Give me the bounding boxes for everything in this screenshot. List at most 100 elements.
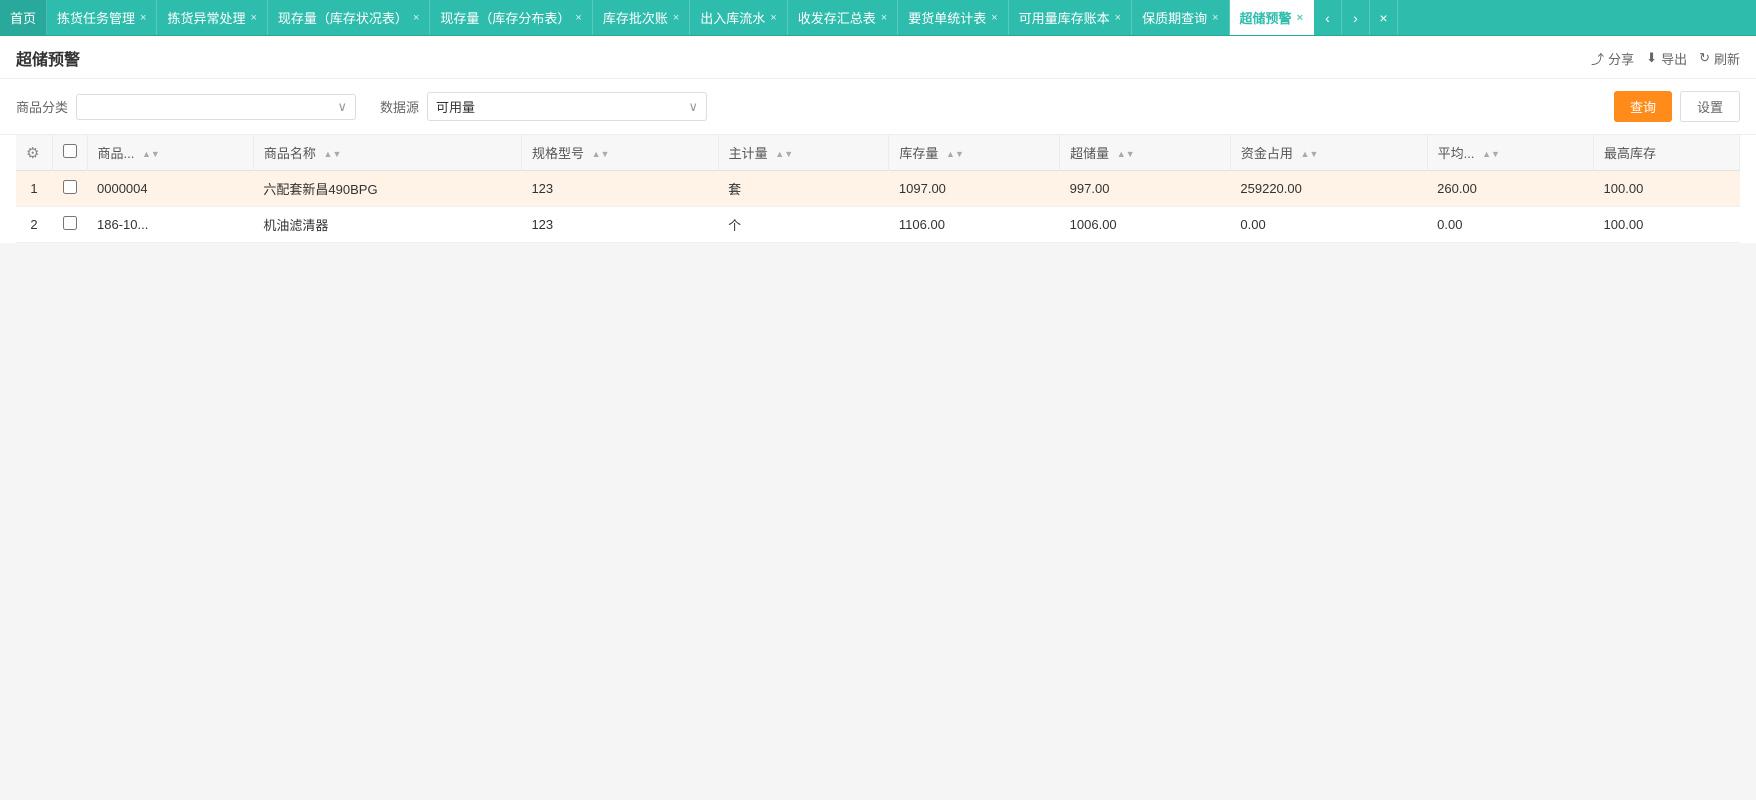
export-icon: ⬇ [1646, 50, 1657, 66]
sort-stock: ▲▼ [946, 150, 964, 159]
table-container: ⚙ 商品... ▲▼ 商品名称 ▲▼ 规格型号 ▲▼ [0, 135, 1756, 243]
select-all-checkbox[interactable] [63, 144, 77, 158]
data-source-chevron: ∨ [689, 99, 699, 115]
filter-area: 商品分类 ∨ 数据源 可用量 ∨ 查询 设置 [0, 79, 1756, 135]
top-navigation: 首页 拣货任务管理 × 拣货异常处理 × 现存量（库存状况表） × 现存量（库存… [0, 0, 1756, 36]
nav-task-mgmt[interactable]: 拣货任务管理 × [47, 0, 157, 35]
max-stock-1: 100.00 [1594, 171, 1740, 207]
row-num-2: 2 [16, 207, 52, 243]
share-icon: ⤴ [1591, 49, 1604, 68]
row-num-1: 1 [16, 171, 52, 207]
nav-shelf-life[interactable]: 保质期查询 × [1132, 0, 1229, 35]
close-receive-send[interactable]: × [881, 12, 887, 24]
table-header-row: ⚙ 商品... ▲▼ 商品名称 ▲▼ 规格型号 ▲▼ [16, 135, 1740, 171]
spec-header[interactable]: 规格型号 ▲▼ [521, 135, 718, 171]
avg-price-1: 260.00 [1427, 171, 1593, 207]
data-source-label: 数据源 [380, 97, 419, 116]
sort-spec: ▲▼ [592, 150, 610, 159]
product-category-label: 商品分类 [16, 97, 68, 116]
nav-batch-account[interactable]: 库存批次账 × [593, 0, 690, 35]
nav-overstock-alert[interactable]: 超储预警 × [1230, 0, 1314, 35]
row-check-1 [52, 171, 87, 207]
avg-price-2: 0.00 [1427, 207, 1593, 243]
settings-button[interactable]: 设置 [1680, 91, 1740, 122]
nav-requisition[interactable]: 要货单统计表 × [898, 0, 1008, 35]
close-requisition[interactable]: × [991, 12, 997, 24]
header-actions: ⤴ 分享 ⬇ 导出 ↻ 刷新 [1591, 49, 1740, 68]
close-inventory-dist[interactable]: × [575, 12, 581, 24]
query-button[interactable]: 查询 [1614, 91, 1672, 122]
sort-unit: ▲▼ [775, 150, 793, 159]
nav-available-book[interactable]: 可用量库存账本 × [1009, 0, 1132, 35]
refresh-action[interactable]: ↻ 刷新 [1699, 49, 1740, 68]
product-category-chevron: ∨ [338, 99, 348, 115]
nav-prev-arrow[interactable]: ‹ [1314, 0, 1342, 35]
close-inventory-status[interactable]: × [413, 12, 419, 24]
filter-buttons: 查询 设置 [1614, 91, 1740, 122]
nav-inventory-dist[interactable]: 现存量（库存分布表） × [430, 0, 592, 35]
data-source-filter: 数据源 可用量 ∨ [380, 92, 707, 121]
product-name-1: 六配套新昌490BPG [253, 171, 521, 207]
product-name-header[interactable]: 商品名称 ▲▼ [253, 135, 521, 171]
sort-product-code: ▲▼ [142, 150, 160, 159]
overstock-2: 1006.00 [1060, 207, 1231, 243]
close-inout-flow[interactable]: × [770, 12, 776, 24]
overstock-header[interactable]: 超储量 ▲▼ [1060, 135, 1231, 171]
capital-header[interactable]: 资金占用 ▲▼ [1230, 135, 1427, 171]
nav-receive-send[interactable]: 收发存汇总表 × [788, 0, 898, 35]
product-code-1: 0000004 [87, 171, 253, 207]
share-action[interactable]: ⤴ 分享 [1591, 49, 1634, 68]
spec-1: 123 [521, 171, 718, 207]
max-stock-header[interactable]: 最高库存 [1594, 135, 1740, 171]
product-category-filter: 商品分类 ∨ [16, 94, 356, 120]
sort-avg-price: ▲▼ [1482, 150, 1500, 159]
close-overstock-alert[interactable]: × [1297, 12, 1303, 24]
product-code-2: 186-10... [87, 207, 253, 243]
stock-2: 1106.00 [889, 207, 1060, 243]
nav-inventory-status[interactable]: 现存量（库存状况表） × [268, 0, 430, 35]
table-row: 1 0000004 六配套新昌490BPG 123 套 1097.00 997.… [16, 171, 1740, 207]
close-available-book[interactable]: × [1115, 12, 1121, 24]
page-container: 超储预警 ⤴ 分享 ⬇ 导出 ↻ 刷新 商品分类 ∨ 数据源 [0, 36, 1756, 243]
product-name-2: 机油滤清器 [253, 207, 521, 243]
close-batch-account[interactable]: × [673, 12, 679, 24]
unit-header[interactable]: 主计量 ▲▼ [718, 135, 889, 171]
spec-2: 123 [521, 207, 718, 243]
gear-icon[interactable]: ⚙ [26, 144, 39, 162]
data-table: ⚙ 商品... ▲▼ 商品名称 ▲▼ 规格型号 ▲▼ [16, 135, 1740, 243]
nav-close-all[interactable]: × [1370, 0, 1398, 35]
capital-2: 0.00 [1230, 207, 1427, 243]
nav-abnormal[interactable]: 拣货异常处理 × [157, 0, 267, 35]
data-source-select[interactable]: 可用量 ∨ [427, 92, 707, 121]
page-header: 超储预警 ⤴ 分享 ⬇ 导出 ↻ 刷新 [0, 36, 1756, 79]
sort-capital: ▲▼ [1301, 150, 1319, 159]
export-action[interactable]: ⬇ 导出 [1646, 49, 1687, 68]
sort-product-name: ▲▼ [324, 150, 342, 159]
unit-1: 套 [718, 171, 889, 207]
unit-2: 个 [718, 207, 889, 243]
close-shelf-life[interactable]: × [1212, 12, 1218, 24]
nav-next-arrow[interactable]: › [1342, 0, 1370, 35]
refresh-icon: ↻ [1699, 50, 1710, 66]
close-task-mgmt[interactable]: × [140, 12, 146, 24]
capital-1: 259220.00 [1230, 171, 1427, 207]
avg-price-header[interactable]: 平均... ▲▼ [1427, 135, 1593, 171]
stock-1: 1097.00 [889, 171, 1060, 207]
stock-header[interactable]: 库存量 ▲▼ [889, 135, 1060, 171]
close-abnormal[interactable]: × [250, 12, 256, 24]
table-row: 2 186-10... 机油滤清器 123 个 1106.00 1006.00 … [16, 207, 1740, 243]
max-stock-2: 100.00 [1594, 207, 1740, 243]
nav-home[interactable]: 首页 [0, 0, 47, 35]
product-category-select[interactable]: ∨ [76, 94, 356, 120]
check-column-header [52, 135, 87, 171]
product-code-header[interactable]: 商品... ▲▼ [87, 135, 253, 171]
sort-overstock: ▲▼ [1117, 150, 1135, 159]
nav-inout-flow[interactable]: 出入库流水 × [690, 0, 787, 35]
gear-column-header: ⚙ [16, 135, 52, 171]
row-checkbox-1[interactable] [63, 180, 77, 194]
page-title: 超储预警 [16, 46, 80, 70]
overstock-1: 997.00 [1060, 171, 1231, 207]
row-checkbox-2[interactable] [63, 216, 77, 230]
data-source-value: 可用量 [436, 97, 475, 116]
row-check-2 [52, 207, 87, 243]
